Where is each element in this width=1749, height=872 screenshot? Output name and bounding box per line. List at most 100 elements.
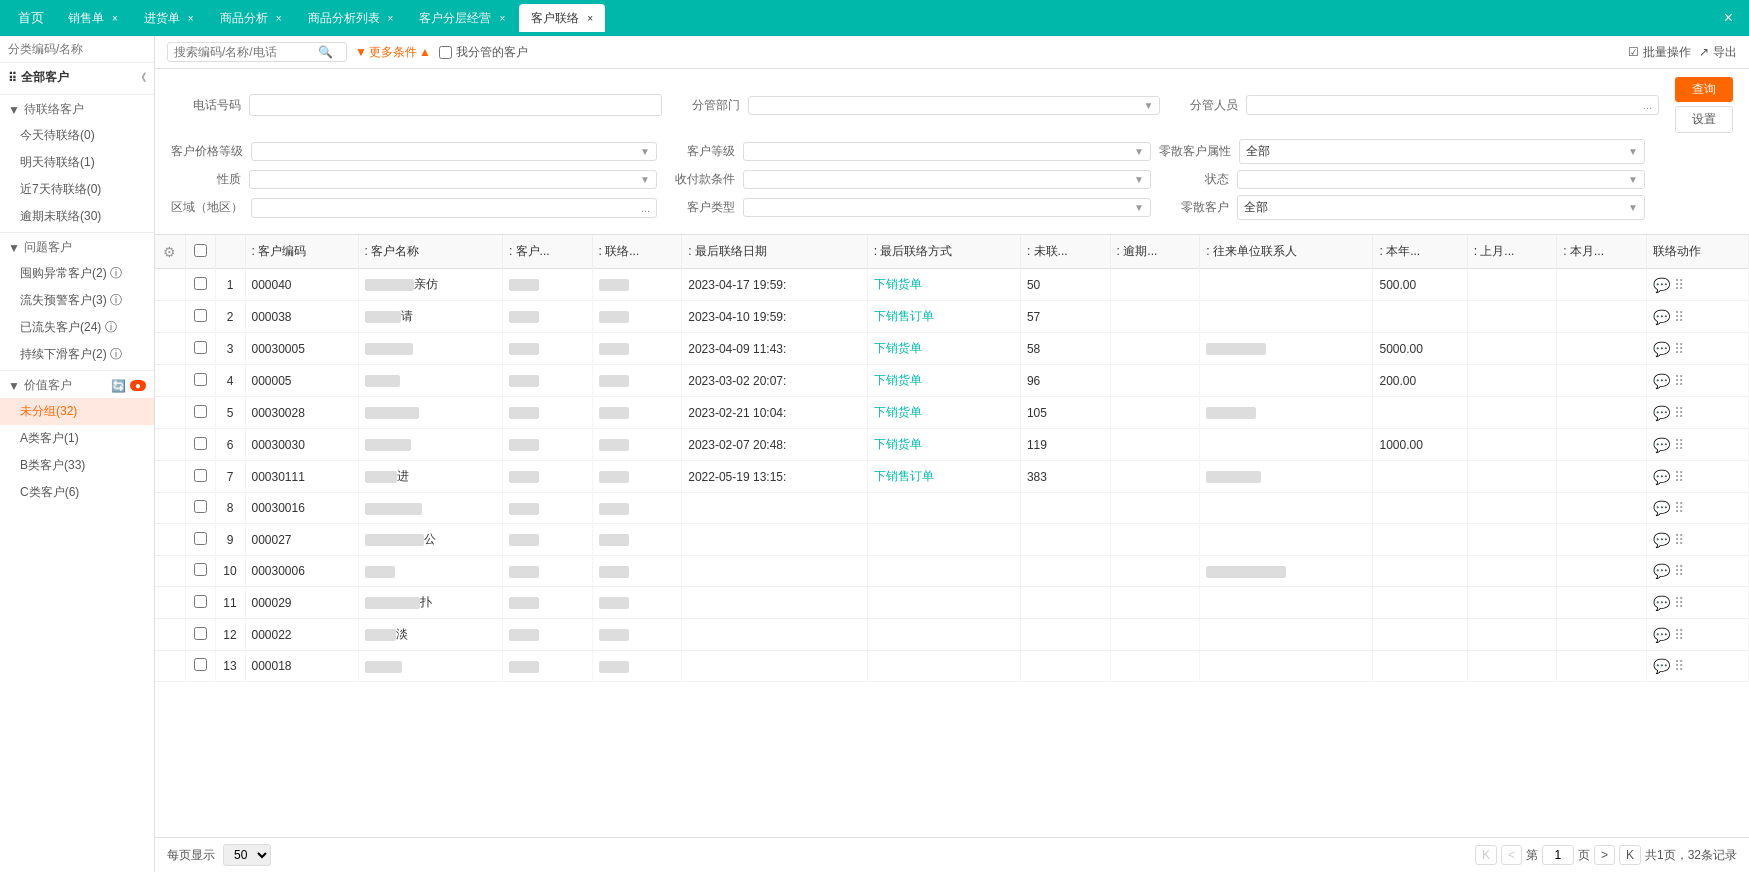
all-customers-header[interactable]: ⠿ 全部客户 《 (0, 63, 154, 92)
tab-purchase-order[interactable]: 进货单 × (132, 4, 206, 32)
action-message-icon-6[interactable]: 💬 (1653, 469, 1670, 485)
action-grid-icon-12[interactable]: ⠿ (1674, 658, 1684, 674)
phone-input[interactable] (249, 94, 662, 116)
action-grid-icon-9[interactable]: ⠿ (1674, 563, 1684, 579)
sidebar-item-class-c[interactable]: C类客户(6) (0, 479, 154, 506)
action-grid-icon-7[interactable]: ⠿ (1674, 500, 1684, 516)
price-level-select[interactable]: ▼ (251, 142, 657, 161)
retail-attr-select[interactable]: 全部 ▼ (1239, 139, 1645, 164)
sidebar-item-class-b[interactable]: B类客户(33) (0, 452, 154, 479)
close-product-analysis-tab[interactable]: × (276, 13, 282, 24)
action-grid-icon-0[interactable]: ⠿ (1674, 277, 1684, 293)
row-checkbox-10[interactable] (194, 595, 207, 608)
action-message-icon-11[interactable]: 💬 (1653, 627, 1670, 643)
row-checkbox-12[interactable] (194, 658, 207, 671)
action-grid-icon-5[interactable]: ⠿ (1674, 437, 1684, 453)
action-message-icon-0[interactable]: 💬 (1653, 277, 1670, 293)
sidebar-search-input[interactable] (8, 42, 155, 56)
nature-select[interactable]: ▼ (249, 170, 657, 189)
home-tab[interactable]: 首页 (8, 9, 54, 27)
region-select[interactable]: ... (251, 198, 657, 218)
first-page-button[interactable]: K (1475, 845, 1497, 865)
status-select[interactable]: ▼ (1237, 170, 1645, 189)
action-grid-icon-11[interactable]: ⠿ (1674, 627, 1684, 643)
action-message-icon-5[interactable]: 💬 (1653, 437, 1670, 453)
action-message-icon-7[interactable]: 💬 (1653, 500, 1670, 516)
contact-method-link-1[interactable]: 下销售订单 (874, 309, 934, 323)
select-all-checkbox[interactable] (194, 244, 207, 257)
row-checkbox-4[interactable] (194, 405, 207, 418)
row-checkbox-5[interactable] (194, 437, 207, 450)
my-customers-checkbox[interactable] (439, 46, 452, 59)
contact-method-link-5[interactable]: 下销货单 (874, 437, 922, 451)
reset-button[interactable]: 设置 (1675, 106, 1733, 133)
row-checkbox-11[interactable] (194, 627, 207, 640)
prev-page-button[interactable]: < (1501, 845, 1522, 865)
tab-product-analysis-list[interactable]: 商品分析列表 × (296, 4, 406, 32)
contact-method-link-6[interactable]: 下销售订单 (874, 469, 934, 483)
collapse-sidebar-icon[interactable]: 《 (136, 71, 146, 85)
action-message-icon-2[interactable]: 💬 (1653, 341, 1670, 357)
sidebar-group-value-customers[interactable]: ▼ 价值客户 🔄 ● (0, 373, 154, 398)
customer-level-select[interactable]: ▼ (743, 142, 1151, 161)
close-customer-contact-tab[interactable]: × (587, 13, 593, 24)
row-checkbox-1[interactable] (194, 309, 207, 322)
contact-method-link-4[interactable]: 下销货单 (874, 405, 922, 419)
sidebar-item-ungrouped[interactable]: 未分组(32) (0, 398, 154, 425)
sidebar-item-churned[interactable]: 已流失客户(24) ⓘ (0, 314, 154, 341)
action-grid-icon-2[interactable]: ⠿ (1674, 341, 1684, 357)
sidebar-item-tomorrow-pending[interactable]: 明天待联络(1) (0, 149, 154, 176)
retail-customer-select[interactable]: 全部 ▼ (1237, 195, 1645, 220)
row-checkbox-0[interactable] (194, 277, 207, 290)
sidebar-item-churn-warning[interactable]: 流失预警客户(3) ⓘ (0, 287, 154, 314)
close-customer-mgmt-tab[interactable]: × (499, 13, 505, 24)
action-message-icon-8[interactable]: 💬 (1653, 532, 1670, 548)
row-checkbox-3[interactable] (194, 373, 207, 386)
sidebar-group-problem-customers[interactable]: ▼ 问题客户 (0, 235, 154, 260)
row-checkbox-2[interactable] (194, 341, 207, 354)
export-button[interactable]: ↗ 导出 (1699, 44, 1737, 61)
dept-select[interactable]: ▼ (748, 96, 1161, 115)
close-sales-order-tab[interactable]: × (112, 13, 118, 24)
search-input[interactable] (174, 45, 314, 59)
action-message-icon-12[interactable]: 💬 (1653, 658, 1670, 674)
row-checkbox-6[interactable] (194, 469, 207, 482)
action-grid-icon-8[interactable]: ⠿ (1674, 532, 1684, 548)
sidebar-item-overdue-no-contact[interactable]: 逾期未联络(30) (0, 203, 154, 230)
tab-customer-contact[interactable]: 客户联络 × (519, 4, 605, 32)
action-message-icon-3[interactable]: 💬 (1653, 373, 1670, 389)
customer-type-select[interactable]: ▼ (743, 198, 1151, 217)
more-conditions-button[interactable]: ▼ 更多条件 ▲ (355, 44, 431, 61)
action-grid-icon-6[interactable]: ⠿ (1674, 469, 1684, 485)
action-message-icon-4[interactable]: 💬 (1653, 405, 1670, 421)
sidebar-item-today-pending[interactable]: 今天待联络(0) (0, 122, 154, 149)
query-button[interactable]: 查询 (1675, 77, 1733, 102)
action-message-icon-10[interactable]: 💬 (1653, 595, 1670, 611)
tab-sales-order[interactable]: 销售单 × (56, 4, 130, 32)
close-purchase-tab[interactable]: × (188, 13, 194, 24)
batch-ops-button[interactable]: ☑ 批量操作 (1628, 44, 1691, 61)
manager-select[interactable]: ... (1246, 95, 1659, 115)
action-message-icon-9[interactable]: 💬 (1653, 563, 1670, 579)
contact-method-link-3[interactable]: 下销货单 (874, 373, 922, 387)
sidebar-item-class-a[interactable]: A类客户(1) (0, 425, 154, 452)
action-grid-icon-3[interactable]: ⠿ (1674, 373, 1684, 389)
last-page-button[interactable]: K (1619, 845, 1641, 865)
tab-customer-management[interactable]: 客户分层经营 × (407, 4, 517, 32)
refresh-icon[interactable]: 🔄 (111, 379, 126, 393)
contact-method-link-2[interactable]: 下销货单 (874, 341, 922, 355)
action-message-icon-1[interactable]: 💬 (1653, 309, 1670, 325)
tab-product-analysis[interactable]: 商品分析 × (208, 4, 294, 32)
row-checkbox-9[interactable] (194, 563, 207, 576)
sidebar-item-declining[interactable]: 持续下滑客户(2) ⓘ (0, 341, 154, 368)
action-grid-icon-10[interactable]: ⠿ (1674, 595, 1684, 611)
next-page-button[interactable]: > (1594, 845, 1615, 865)
row-checkbox-8[interactable] (194, 532, 207, 545)
page-number-input[interactable] (1542, 845, 1574, 865)
action-grid-icon-4[interactable]: ⠿ (1674, 405, 1684, 421)
page-size-select[interactable]: 50 (223, 844, 271, 866)
contact-method-link-0[interactable]: 下销货单 (874, 277, 922, 291)
row-checkbox-7[interactable] (194, 500, 207, 513)
window-close-button[interactable]: × (1716, 9, 1741, 27)
sidebar-item-7days-pending[interactable]: 近7天待联络(0) (0, 176, 154, 203)
